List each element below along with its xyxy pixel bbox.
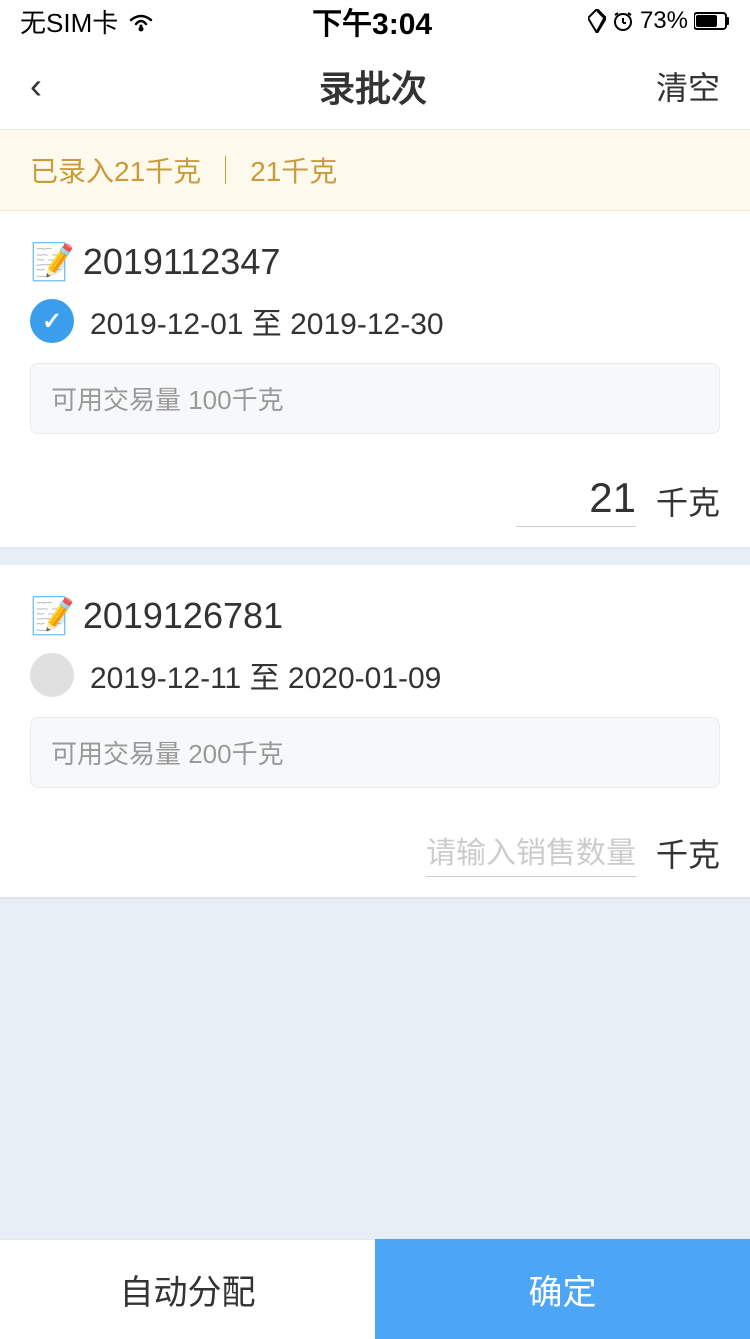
- batch1-doc-icon: 📝: [30, 241, 75, 283]
- wifi-icon: [126, 10, 156, 32]
- batch1-id: 2019112347: [83, 241, 281, 283]
- batch2-amount-row: 请输入销售数量 千克: [0, 808, 750, 899]
- total-amount: 21千克: [250, 150, 337, 190]
- batch1-checkbox[interactable]: ✓: [30, 299, 74, 343]
- battery-icon: [694, 11, 730, 31]
- confirm-button[interactable]: 确定: [375, 1239, 750, 1339]
- check-icon: ✓: [42, 307, 62, 336]
- batch2-qty-row: 可用交易量 200千克: [30, 717, 720, 788]
- batch-card-2: 📝 2019126781 2019-12-11 至 2020-01-09 可用交…: [0, 565, 750, 808]
- batch2-id-row: 📝 2019126781: [30, 595, 720, 637]
- location-icon: [588, 9, 606, 33]
- time-display: 下午3:04: [312, 0, 432, 43]
- batch2-date-row: 2019-12-11 至 2020-01-09: [30, 653, 720, 697]
- carrier-wifi: 无SIM卡: [20, 3, 156, 40]
- summary-divider: [225, 156, 226, 184]
- batch2-checkbox[interactable]: [30, 653, 74, 697]
- back-button[interactable]: ‹: [30, 65, 90, 107]
- section-separator: [0, 549, 750, 565]
- batch2-input-underline[interactable]: 请输入销售数量: [426, 828, 636, 877]
- batch2-placeholder[interactable]: 请输入销售数量: [426, 837, 636, 870]
- recorded-amount: 已录入21千克: [30, 150, 201, 190]
- summary-banner: 已录入21千克 21千克: [0, 130, 750, 211]
- status-icons: 73%: [588, 7, 730, 35]
- bottom-bar: 自动分配 确定: [0, 1239, 750, 1339]
- batch2-doc-icon: 📝: [30, 595, 75, 637]
- batch2-id: 2019126781: [83, 595, 283, 637]
- batch1-amount-value[interactable]: 21: [589, 474, 636, 521]
- batch1-available-qty: 可用交易量 100千克: [51, 385, 284, 415]
- batch1-unit: 千克: [656, 478, 720, 524]
- batch1-date: 2019-12-01 至 2019-12-30: [90, 299, 444, 343]
- batch2-unit: 千克: [656, 830, 720, 876]
- batch1-amount-row: 21 千克: [0, 454, 750, 549]
- clear-button[interactable]: 清空: [656, 63, 720, 109]
- batch2-available-qty: 可用交易量 200千克: [51, 739, 284, 769]
- batch1-qty-row: 可用交易量 100千克: [30, 363, 720, 434]
- carrier-text: 无SIM卡: [20, 3, 118, 40]
- auto-distribute-button[interactable]: 自动分配: [0, 1239, 375, 1339]
- battery-percent: 73%: [640, 7, 688, 35]
- batch-card-1: 📝 2019112347 ✓ 2019-12-01 至 2019-12-30 可…: [0, 211, 750, 454]
- status-bar: 无SIM卡 下午3:04 73%: [0, 0, 750, 42]
- batch1-amount-underline: 21: [516, 474, 636, 527]
- batch1-id-row: 📝 2019112347: [30, 241, 720, 283]
- page-title: 录批次: [319, 60, 427, 112]
- nav-bar: ‹ 录批次 清空: [0, 42, 750, 130]
- batch2-date: 2019-12-11 至 2020-01-09: [90, 653, 441, 697]
- alarm-icon: [612, 10, 634, 32]
- batch1-date-row: ✓ 2019-12-01 至 2019-12-30: [30, 299, 720, 343]
